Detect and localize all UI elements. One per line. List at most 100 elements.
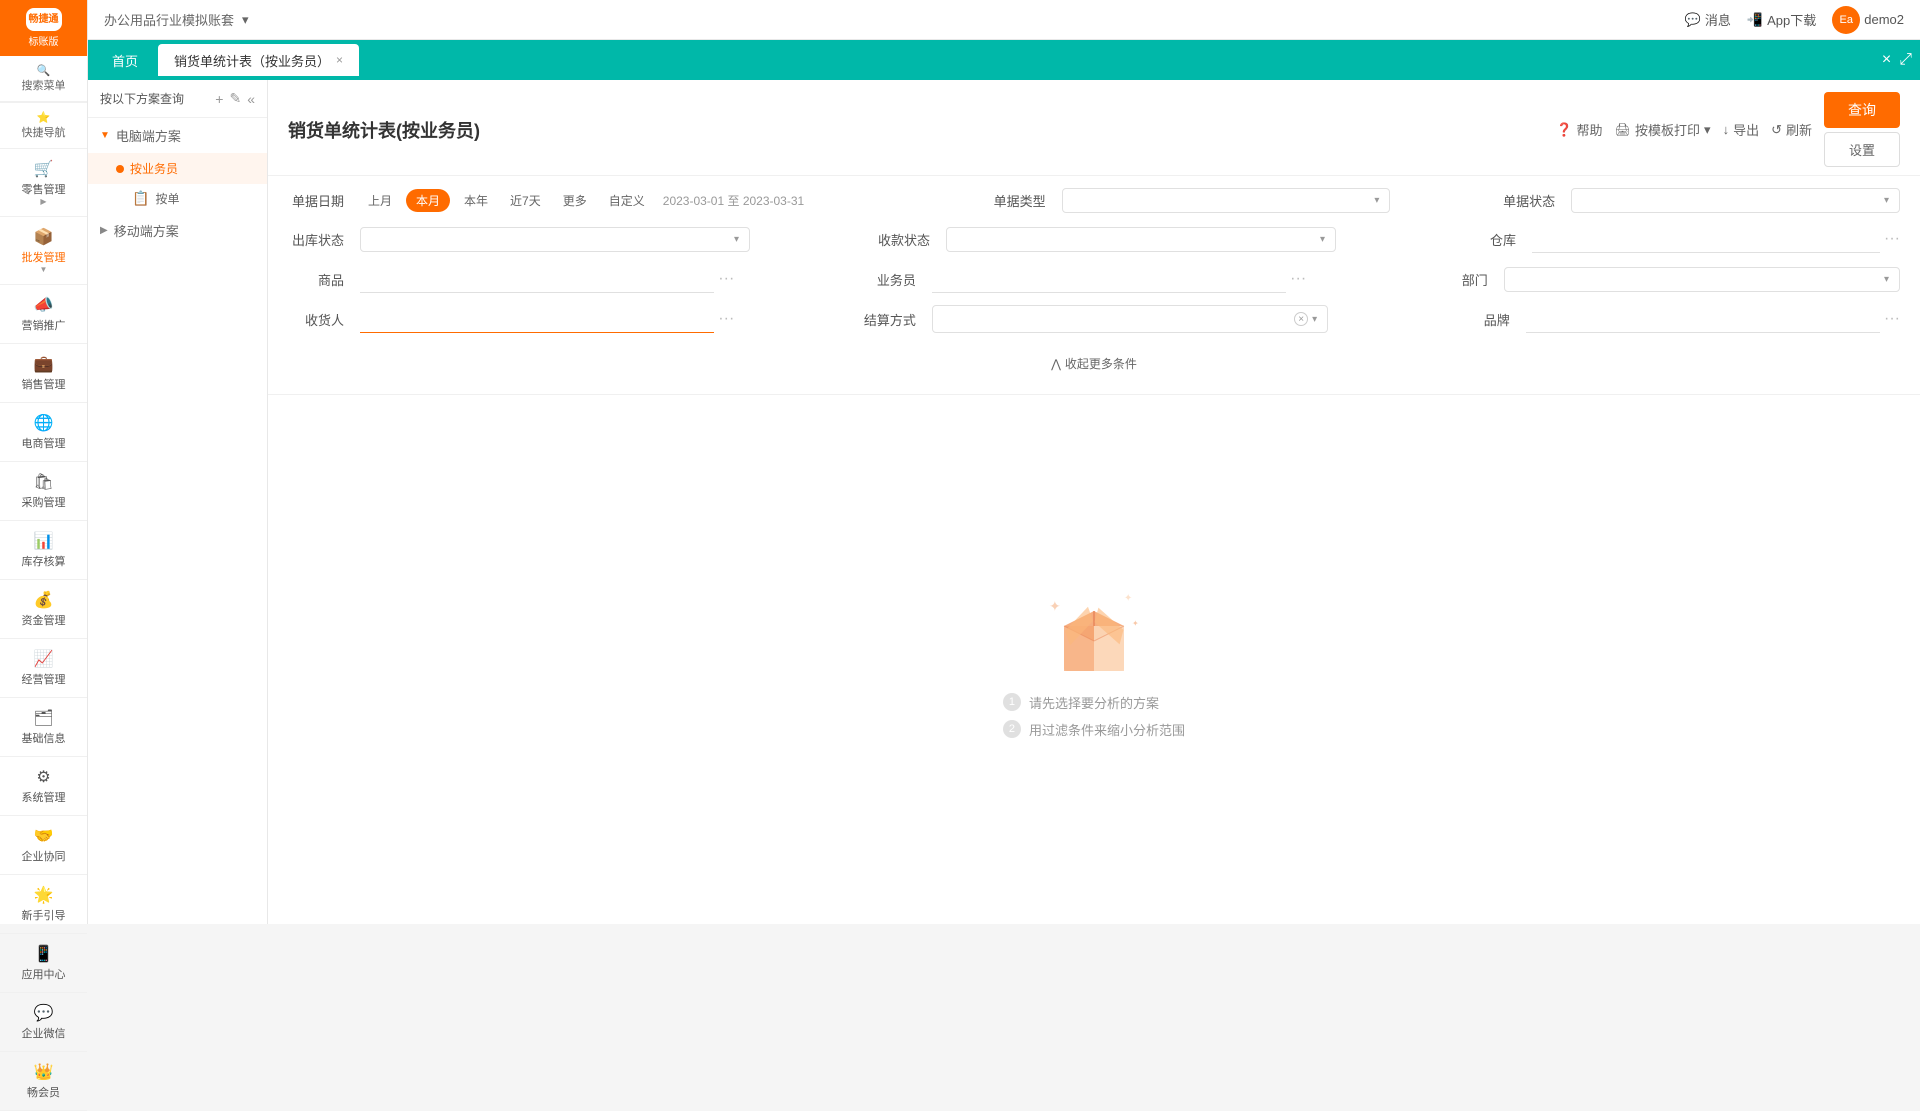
receiver-input[interactable] — [360, 305, 714, 333]
tab-sales-stat[interactable]: 销货单统计表（按业务员） × — [158, 44, 359, 76]
filter-area: 单据日期 上月 本月 本年 近7天 更多 自定义 2023-03-01 至 20… — [268, 176, 1920, 395]
user-area[interactable]: Ea demo2 — [1832, 6, 1904, 34]
order-icon: 📋 — [132, 190, 149, 207]
collapse-btn[interactable]: ⋀ 收起更多条件 — [1035, 349, 1153, 378]
apps-label: 应用中心 — [22, 966, 66, 982]
dept-select[interactable]: ▾ — [1504, 267, 1900, 292]
by-order-label: 按单 — [155, 190, 179, 207]
date-btn-custom[interactable]: 自定义 — [601, 188, 653, 213]
date-btn-this-year[interactable]: 本年 — [456, 188, 496, 213]
inventory-label: 库存核算 — [22, 553, 66, 569]
print-btn[interactable]: 🖨 按模板打印 ▾ — [1615, 120, 1711, 139]
marketing-icon: 📣 — [34, 295, 54, 315]
fullscreen-btn[interactable]: ⤢ — [1899, 51, 1912, 69]
message-btn[interactable]: 💬 消息 — [1685, 10, 1731, 29]
app-download-icon: 📲 — [1747, 12, 1763, 28]
topbar-right-area: 💬 消息 📲 App下载 Ea demo2 — [1685, 6, 1904, 34]
sidebar-item-retail[interactable]: 🛒 零售管理 ▶ — [0, 149, 87, 217]
payment-select[interactable]: × ▾ — [932, 305, 1328, 333]
tab-home[interactable]: 首页 — [96, 44, 154, 76]
avatar: Ea — [1832, 6, 1860, 34]
receipt-status-select[interactable]: ▾ — [946, 227, 1336, 252]
settings-button[interactable]: 设置 — [1824, 132, 1900, 167]
tab-sales-stat-label: 销货单统计表（按业务员） — [174, 51, 330, 70]
date-options: 上月 本月 本年 近7天 更多 自定义 2023-03-01 至 2023-03… — [360, 188, 804, 213]
refresh-label: 刷新 — [1786, 120, 1812, 139]
tree-item-by-salesperson[interactable]: 按业务员 — [88, 153, 267, 184]
member-label: 畅会员 — [27, 1084, 60, 1100]
collapse-panel-btn[interactable]: « — [247, 91, 255, 107]
left-panel-title: 按以下方案查询 — [100, 90, 184, 107]
sidebar-item-wechat[interactable]: 💬 企业微信 — [0, 993, 87, 1052]
close-all-btn[interactable]: × — [1882, 51, 1891, 69]
sidebar-item-marketing[interactable]: 📣 营销推广 — [0, 285, 87, 344]
export-btn[interactable]: ↓ 导出 — [1723, 120, 1760, 139]
date-btn-7days[interactable]: 近7天 — [502, 188, 549, 213]
receiver-dots[interactable]: ··· — [718, 310, 734, 328]
sidebar-item-member[interactable]: 👑 畅会员 — [0, 1052, 87, 1111]
dept-arrow: ▾ — [1884, 274, 1889, 285]
payment-label: 结算方式 — [860, 310, 916, 329]
help-btn[interactable]: ❓ 帮助 — [1556, 120, 1602, 139]
doc-type-label: 单据类型 — [990, 191, 1046, 210]
shortcut-label: 快捷导航 — [22, 124, 66, 140]
tree-item-by-order[interactable]: 📋 按单 — [88, 184, 267, 213]
help-icon: ❓ — [1556, 122, 1572, 138]
sidebar-item-ecommerce[interactable]: 🌐 电商管理 — [0, 403, 87, 462]
empty-illustration: ✦ ✦ ✦ — [1034, 581, 1154, 681]
out-status-select[interactable]: ▾ — [360, 227, 750, 252]
doc-status-select[interactable]: ▾ — [1571, 188, 1900, 213]
app-download-btn[interactable]: 📲 App下载 — [1747, 10, 1816, 29]
receiver-label: 收货人 — [288, 310, 344, 329]
sidebar-search[interactable]: 🔍 搜索菜单 — [0, 56, 87, 102]
payment-clear-btn[interactable]: × — [1294, 312, 1308, 326]
sidebar-shortcut[interactable]: ⭐ 快捷导航 — [0, 102, 87, 149]
salesperson-input[interactable] — [932, 265, 1286, 293]
date-btn-more[interactable]: 更多 — [555, 188, 595, 213]
warehouse-label: 仓库 — [1460, 230, 1516, 249]
newbie-label: 新手引导 — [22, 907, 66, 923]
sidebar-item-inventory[interactable]: 📊 库存核算 — [0, 521, 87, 580]
print-icon: 🖨 — [1615, 122, 1632, 138]
warehouse-input[interactable] — [1532, 225, 1880, 253]
warehouse-dots[interactable]: ··· — [1884, 230, 1900, 248]
sidebar-item-purchase[interactable]: 🛍 采购管理 — [0, 462, 87, 521]
tree-mobile-expand-icon: ▶ — [100, 225, 108, 236]
wechat-icon: 💬 — [34, 1003, 54, 1023]
sidebar-item-operations[interactable]: 📈 经营管理 — [0, 639, 87, 698]
date-btn-last-month[interactable]: 上月 — [360, 188, 400, 213]
tree-pc-section[interactable]: ▼ 电脑端方案 — [88, 118, 267, 153]
edit-scheme-btn[interactable]: ✎ — [229, 90, 241, 107]
filter-row-4: 收货人 ··· 结算方式 × ▾ 品牌 — [288, 305, 1900, 333]
brand-input[interactable] — [1526, 305, 1880, 333]
doc-type-select[interactable]: ▾ — [1062, 188, 1391, 213]
sidebar-item-wholesale[interactable]: 📦 批发管理 ▼ — [0, 217, 87, 285]
collapse-label: 收起更多条件 — [1065, 355, 1137, 372]
sidebar-item-sales[interactable]: 💼 销售管理 — [0, 344, 87, 403]
retail-label: 零售管理 — [22, 181, 66, 197]
goods-dots[interactable]: ··· — [718, 270, 734, 288]
sidebar-item-enterprise[interactable]: 🤝 企业协同 — [0, 816, 87, 875]
sales-icon: 💼 — [34, 354, 54, 374]
empty-tip-2: 2 用过滤条件来缩小分析范围 — [1003, 720, 1185, 739]
sidebar-item-system[interactable]: ⚙ 系统管理 — [0, 757, 87, 816]
tab-close-icon[interactable]: × — [336, 53, 343, 67]
sidebar-item-newbie[interactable]: 🌟 新手引导 — [0, 875, 87, 934]
query-button[interactable]: 查询 — [1824, 92, 1900, 128]
refresh-btn[interactable]: ↺ 刷新 — [1771, 120, 1812, 139]
salesperson-dots[interactable]: ··· — [1290, 270, 1306, 288]
active-dot — [116, 165, 124, 173]
sidebar-item-finance[interactable]: 💰 资金管理 — [0, 580, 87, 639]
doc-type-arrow: ▾ — [1374, 195, 1379, 206]
tree-mobile-section[interactable]: ▶ 移动端方案 — [88, 213, 267, 248]
goods-input[interactable] — [360, 265, 714, 293]
tree-pc-label: 电脑端方案 — [116, 126, 181, 145]
export-icon: ↓ — [1723, 122, 1730, 137]
topbar-dropdown-icon[interactable]: ▾ — [242, 12, 249, 28]
date-btn-this-month[interactable]: 本月 — [406, 189, 450, 212]
operations-icon: 📈 — [34, 649, 54, 669]
brand-dots[interactable]: ··· — [1884, 310, 1900, 328]
sidebar-item-apps[interactable]: 📱 应用中心 — [0, 934, 87, 993]
sidebar-item-basic[interactable]: 🗂 基础信息 — [0, 698, 87, 757]
add-scheme-btn[interactable]: + — [215, 91, 223, 107]
